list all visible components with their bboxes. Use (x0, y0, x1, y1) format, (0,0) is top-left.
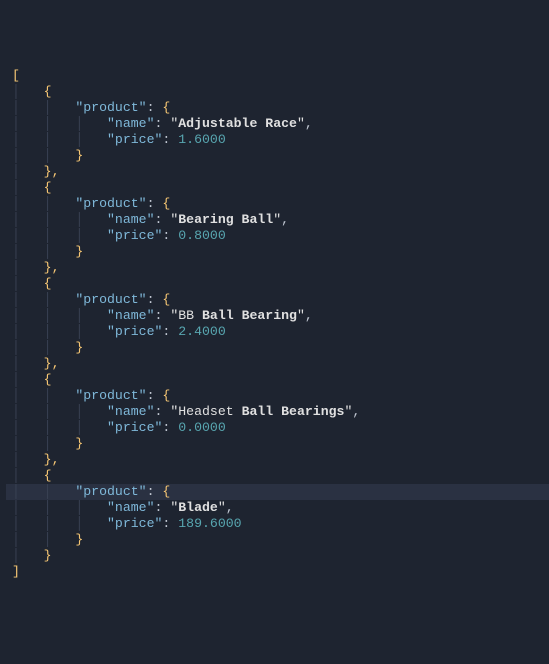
code-line: │ │ │ "price": 1.6000 (6, 132, 549, 148)
code-line: │ { (6, 180, 549, 196)
code-line: │ │ } (6, 148, 549, 164)
code-line: │ │ "product": { (6, 100, 549, 116)
code-line: │ │ │ "price": 189.6000 (6, 516, 549, 532)
code-line: │ │ │ "price": 0.0000 (6, 420, 549, 436)
code-line: │ }, (6, 260, 549, 276)
code-line: │ │ │ "name": "BB Ball Bearing", (6, 308, 549, 324)
code-line: │ { (6, 468, 549, 484)
code-line: │ }, (6, 356, 549, 372)
code-line: │ │ │ "name": "Bearing Ball", (6, 212, 549, 228)
code-line: │ │ │ "name": "Headset Ball Bearings", (6, 404, 549, 420)
code-line: │ │ } (6, 340, 549, 356)
code-line: │ │ "product": { (6, 484, 549, 500)
code-line: │ │ "product": { (6, 292, 549, 308)
code-line: │ │ "product": { (6, 196, 549, 212)
code-line: │ │ "product": { (6, 388, 549, 404)
code-line: ] (6, 564, 549, 580)
code-line: │ { (6, 372, 549, 388)
code-line: [ (6, 68, 549, 84)
code-line: │ │ } (6, 532, 549, 548)
json-editor[interactable]: [│ {│ │ "product": {│ │ │ "name": "Adjus… (0, 64, 549, 584)
code-line: │ } (6, 548, 549, 564)
code-line: │ { (6, 84, 549, 100)
code-line: │ }, (6, 452, 549, 468)
code-line: │ { (6, 276, 549, 292)
code-line: │ │ │ "price": 2.4000 (6, 324, 549, 340)
code-line: │ │ │ "name": "Adjustable Race", (6, 116, 549, 132)
code-line: │ │ } (6, 436, 549, 452)
code-line: │ │ │ "price": 0.8000 (6, 228, 549, 244)
code-line: │ }, (6, 164, 549, 180)
code-line: │ │ } (6, 244, 549, 260)
